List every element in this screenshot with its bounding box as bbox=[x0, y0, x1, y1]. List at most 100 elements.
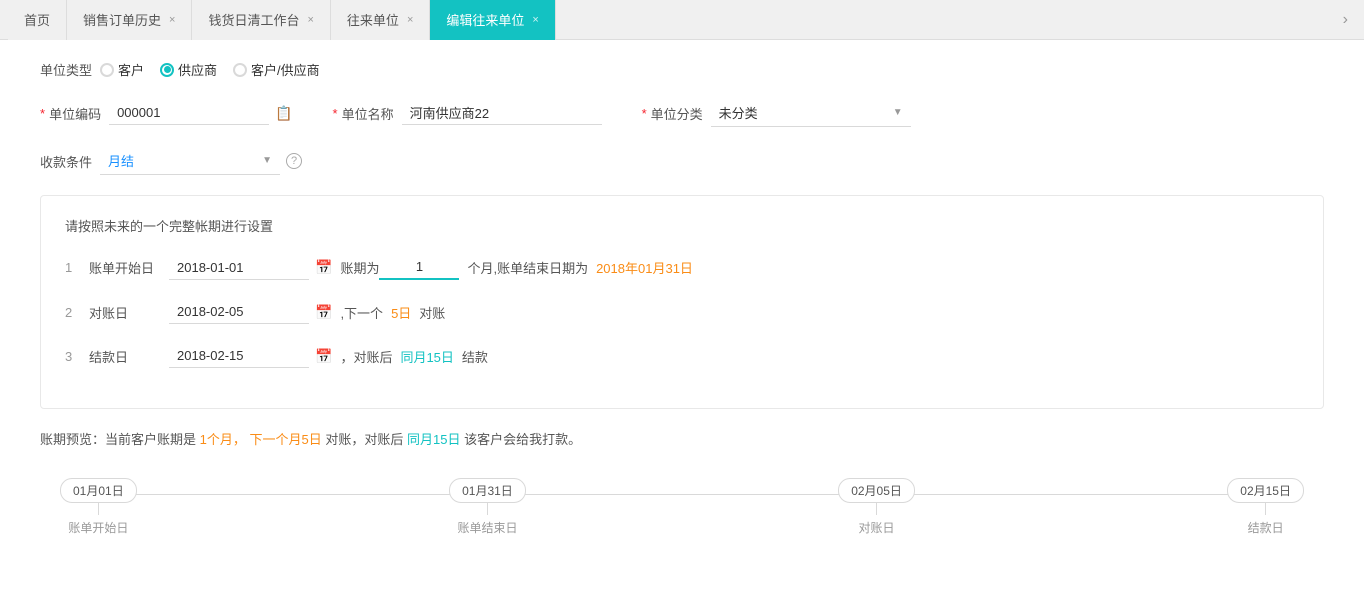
timeline-point-3: 02月05日 对账日 bbox=[838, 478, 915, 536]
tab-cash-work[interactable]: 钱货日清工作台 × bbox=[192, 0, 330, 40]
unit-code-field: * 单位编码 📋 bbox=[40, 101, 293, 125]
unit-type-row: 单位类型 客户 供应商 客户/供应商 bbox=[40, 60, 1324, 79]
timeline-container: 01月01日 账单开始日 01月31日 账单结束日 02月05日 对账日 02月… bbox=[40, 468, 1324, 586]
period-label-1: 账单开始日 bbox=[89, 258, 169, 277]
timeline-connector-4 bbox=[1265, 503, 1266, 515]
unit-class-arrow-icon: ▼ bbox=[893, 107, 903, 118]
period-label-2: 对账日 bbox=[89, 303, 169, 322]
unit-class-value: 未分类 bbox=[719, 103, 893, 122]
unit-type-field: 单位类型 客户 供应商 客户/供应商 bbox=[40, 60, 320, 79]
radio-supplier[interactable]: 供应商 bbox=[160, 60, 217, 79]
period-date-1[interactable] bbox=[169, 256, 309, 280]
unit-type-radio-group: 客户 供应商 客户/供应商 bbox=[100, 60, 320, 79]
radio-both-circle bbox=[233, 63, 247, 77]
preview-part2: 下一个月5日 bbox=[250, 432, 322, 447]
unit-code-icon[interactable]: 📋 bbox=[275, 105, 292, 122]
payment-terms-field: 收款条件 月结 ▼ ? bbox=[40, 147, 302, 175]
timeline-points: 01月01日 账单开始日 01月31日 账单结束日 02月05日 对账日 02月… bbox=[60, 478, 1304, 536]
close-tab-sales[interactable]: × bbox=[169, 14, 175, 26]
close-tab-counterparts[interactable]: × bbox=[407, 14, 413, 26]
period-num-2: 2 bbox=[65, 305, 89, 320]
timeline-label-1: 账单开始日 bbox=[68, 519, 128, 536]
unit-class-label: 单位分类 bbox=[651, 104, 703, 123]
preview-part1: 1个月， bbox=[200, 432, 246, 447]
unit-class-star: * bbox=[642, 106, 647, 121]
payment-terms-label: 收款条件 bbox=[40, 152, 92, 171]
timeline-label-4: 结款日 bbox=[1248, 519, 1284, 536]
tab-counterparts[interactable]: 往来单位 × bbox=[331, 0, 430, 40]
unit-class-field: * 单位分类 未分类 ▼ bbox=[642, 99, 911, 127]
main-content: 单位类型 客户 供应商 客户/供应商 * 单位编码 bbox=[0, 40, 1364, 608]
timeline-badge-4: 02月15日 bbox=[1227, 478, 1304, 503]
close-tab-edit[interactable]: × bbox=[532, 14, 538, 26]
close-tab-cash[interactable]: × bbox=[307, 14, 313, 26]
timeline-connector-1 bbox=[98, 503, 99, 515]
preview-end: 该客户会给我打款。 bbox=[464, 432, 581, 447]
period-cal-icon-3[interactable]: 📅 bbox=[315, 348, 332, 365]
period-cal-icon-2[interactable]: 📅 bbox=[315, 304, 332, 321]
tab-counterparts-label: 往来单位 bbox=[347, 10, 399, 29]
radio-both[interactable]: 客户/供应商 bbox=[233, 60, 320, 79]
timeline-label-3: 对账日 bbox=[859, 519, 895, 536]
tab-home[interactable]: 首页 bbox=[8, 0, 67, 40]
period-prefix-2: ,下一个 bbox=[340, 303, 383, 322]
timeline-point-1: 01月01日 账单开始日 bbox=[60, 478, 137, 536]
radio-supplier-circle bbox=[160, 63, 174, 77]
preview-part3: 同月15日 bbox=[407, 432, 460, 447]
period-row-1: 1 账单开始日 📅 账期为 个月,账单结束日期为 2018年01月31日 bbox=[65, 255, 1299, 280]
tab-bar: 首页 销售订单历史 × 钱货日清工作台 × 往来单位 × 编辑往来单位 × › bbox=[0, 0, 1364, 40]
period-end-date-1: 2018年01月31日 bbox=[596, 258, 693, 277]
timeline-label-2: 账单结束日 bbox=[457, 519, 517, 536]
period-highlight-3: 同月15日 bbox=[400, 347, 453, 366]
tab-home-label: 首页 bbox=[24, 10, 50, 29]
period-suffix-3: 结款 bbox=[462, 347, 488, 366]
period-card: 请按照未来的一个完整帐期进行设置 1 账单开始日 📅 账期为 个月,账单结束日期… bbox=[40, 195, 1324, 409]
unit-code-input[interactable] bbox=[109, 101, 269, 125]
unit-code-label: 单位编码 bbox=[49, 104, 101, 123]
tab-edit-label: 编辑往来单位 bbox=[446, 10, 524, 29]
radio-both-label: 客户/供应商 bbox=[251, 60, 320, 79]
unit-class-select[interactable]: 未分类 ▼ bbox=[711, 99, 911, 127]
period-num-3: 3 bbox=[65, 349, 89, 364]
payment-terms-value: 月结 bbox=[108, 151, 262, 170]
radio-supplier-label: 供应商 bbox=[178, 60, 217, 79]
preview-middle: 对账，对账后 bbox=[325, 432, 403, 447]
unit-name-label: 单位名称 bbox=[342, 104, 394, 123]
period-card-title: 请按照未来的一个完整帐期进行设置 bbox=[65, 216, 1299, 235]
preview-label: 账期预览：当前客户账期是 bbox=[40, 432, 196, 447]
payment-terms-arrow-icon: ▼ bbox=[262, 155, 272, 166]
payment-terms-help-icon[interactable]: ? bbox=[286, 153, 302, 169]
period-unit-1: 个月,账单结束日期为 bbox=[467, 258, 588, 277]
radio-customer[interactable]: 客户 bbox=[100, 60, 144, 79]
unit-name-input[interactable] bbox=[402, 101, 602, 125]
period-suffix-1: 账期为 bbox=[340, 258, 379, 277]
unit-name-star: * bbox=[333, 106, 338, 121]
radio-customer-label: 客户 bbox=[118, 60, 144, 79]
payment-terms-select[interactable]: 月结 ▼ bbox=[100, 147, 280, 175]
period-cal-icon-1[interactable]: 📅 bbox=[315, 259, 332, 276]
period-prefix-3: ，对账后 bbox=[340, 347, 392, 366]
period-num-input-1[interactable] bbox=[379, 255, 459, 280]
radio-customer-circle bbox=[100, 63, 114, 77]
timeline-point-2: 01月31日 账单结束日 bbox=[449, 478, 526, 536]
tab-sales-order-history[interactable]: 销售订单历史 × bbox=[67, 0, 192, 40]
unit-type-label: 单位类型 bbox=[40, 60, 92, 79]
payment-terms-row: 收款条件 月结 ▼ ? bbox=[40, 147, 1324, 175]
timeline-badge-2: 01月31日 bbox=[449, 478, 526, 503]
preview-section: 账期预览：当前客户账期是 1个月， 下一个月5日 对账，对账后 同月15日 该客… bbox=[40, 429, 1324, 448]
tab-cash-label: 钱货日清工作台 bbox=[208, 10, 299, 29]
period-date-3[interactable] bbox=[169, 344, 309, 368]
period-suffix-2: 对账 bbox=[419, 303, 445, 322]
timeline-connector-3 bbox=[876, 503, 877, 515]
tab-nav-arrow[interactable]: › bbox=[1335, 11, 1356, 29]
tab-sales-label: 销售订单历史 bbox=[83, 10, 161, 29]
period-label-3: 结款日 bbox=[89, 347, 169, 366]
unit-name-field: * 单位名称 bbox=[333, 101, 602, 125]
timeline-point-4: 02月15日 结款日 bbox=[1227, 478, 1304, 536]
tab-edit-counterpart[interactable]: 编辑往来单位 × bbox=[430, 0, 555, 40]
timeline-connector-2 bbox=[487, 503, 488, 515]
period-row-2: 2 对账日 📅 ,下一个 5日 对账 bbox=[65, 300, 1299, 324]
unit-info-row: * 单位编码 📋 * 单位名称 * 单位分类 未分类 ▼ bbox=[40, 99, 1324, 127]
period-date-2[interactable] bbox=[169, 300, 309, 324]
unit-code-star: * bbox=[40, 106, 45, 121]
